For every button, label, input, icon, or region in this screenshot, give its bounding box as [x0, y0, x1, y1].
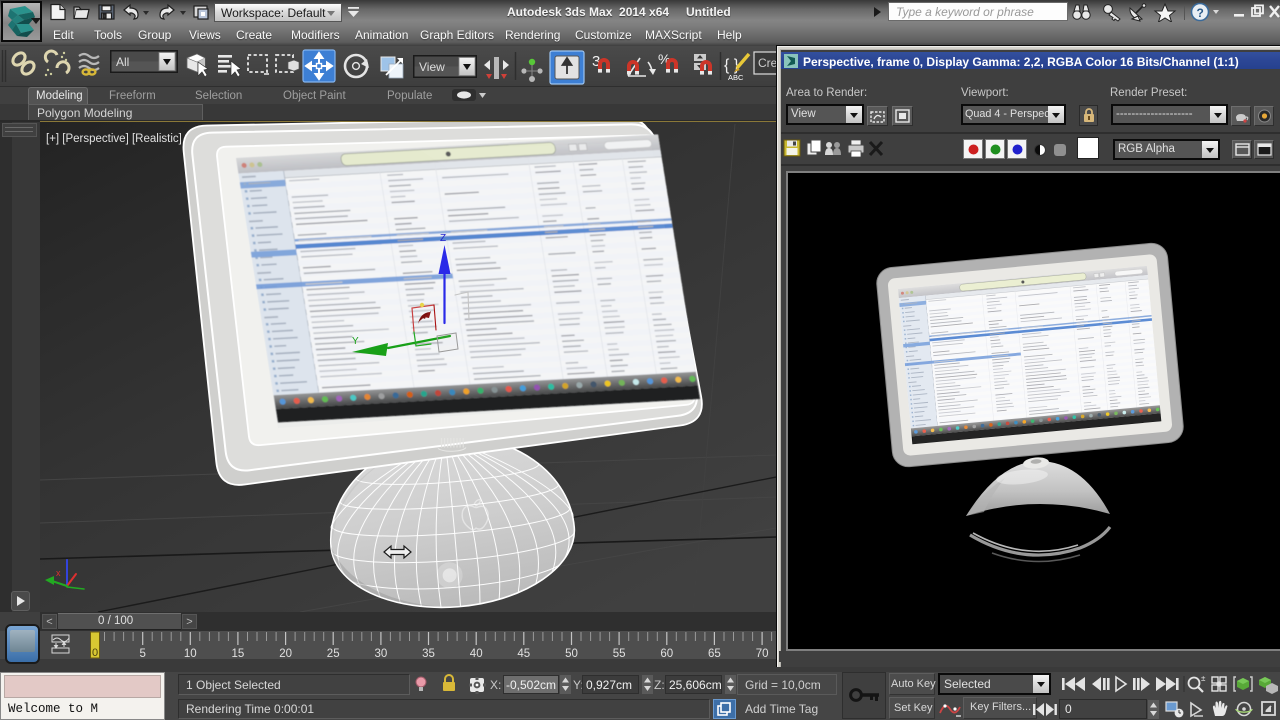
svg-text:All: All [116, 55, 129, 69]
svg-text:Y: Y [352, 336, 359, 347]
svg-text:[+] [Perspective] [Realistic]: [+] [Perspective] [Realistic] [46, 133, 182, 145]
svg-text:0: 0 [92, 647, 98, 659]
svg-text:ABC: ABC [728, 73, 744, 82]
svg-text:Z: Z [440, 233, 446, 244]
svg-text:View: View [419, 60, 445, 74]
svg-text:±: ± [1201, 674, 1206, 683]
svg-text:x: x [56, 568, 61, 578]
svg-text:Cre: Cre [758, 56, 778, 70]
svg-text:?: ? [1197, 6, 1204, 20]
